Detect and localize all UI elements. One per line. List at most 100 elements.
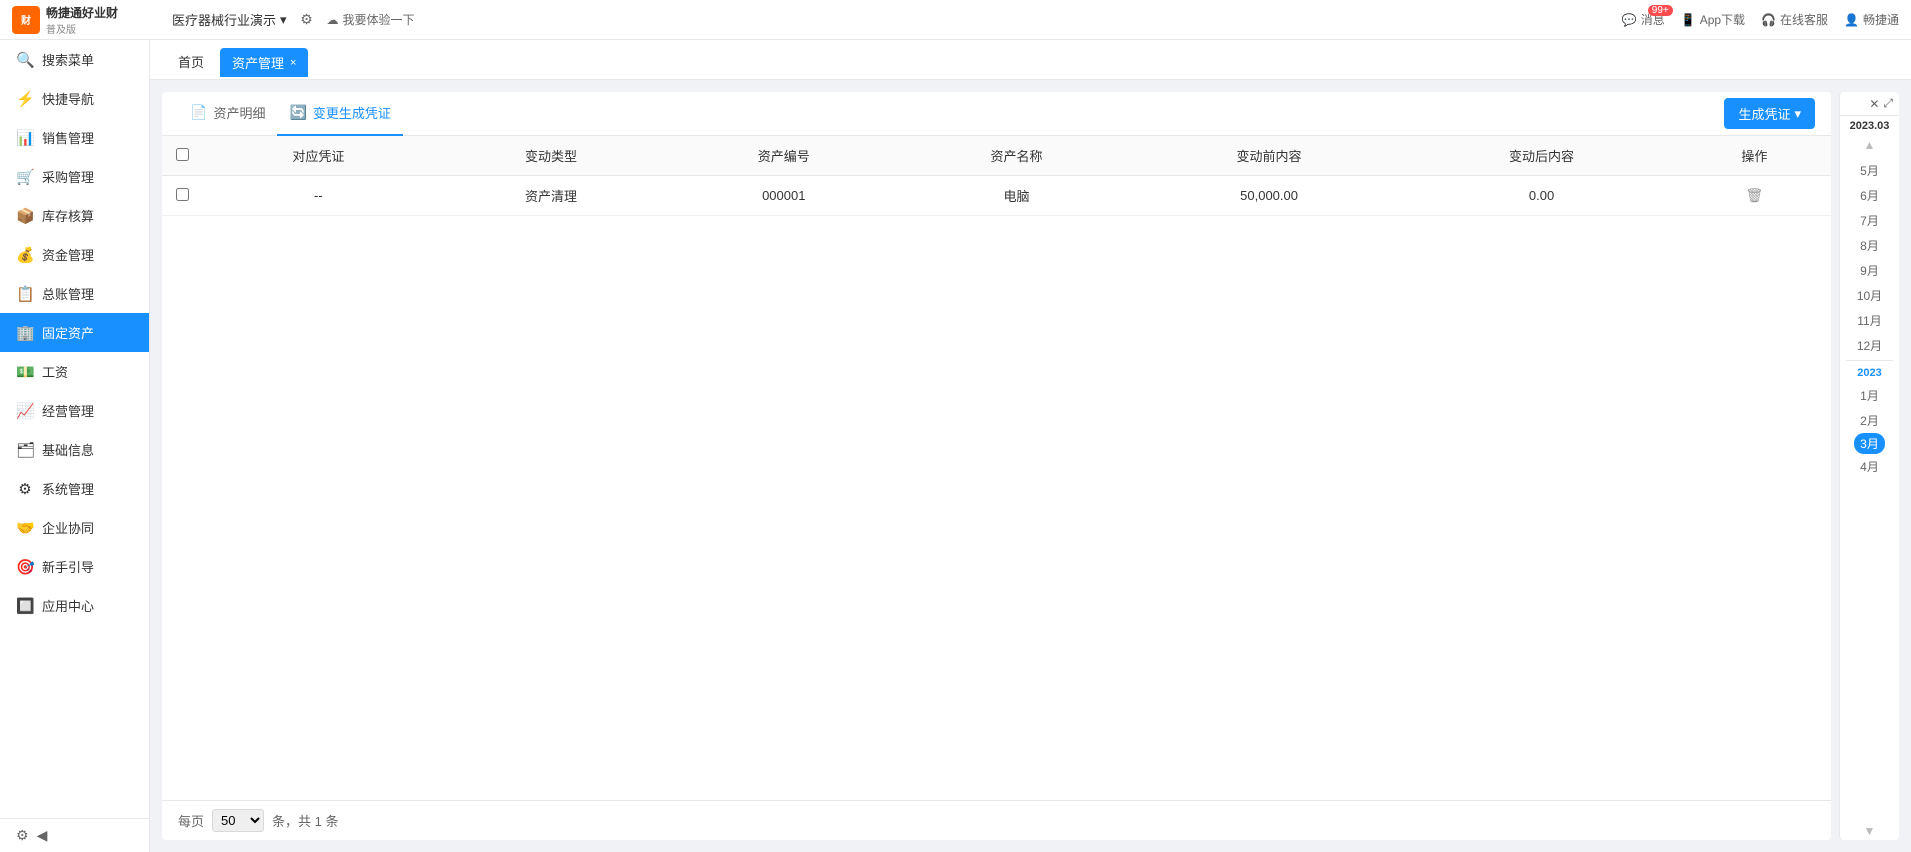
gear-button[interactable]: ⚙ <box>295 8 319 32</box>
change-voucher-table: 对应凭证 变动类型 资产编号 资产名称 变动前内容 变动后内容 操作 <box>162 136 1831 216</box>
sidebar-item-guide[interactable]: 🎯 新手引导 <box>0 547 149 586</box>
th-change-type: 变动类型 <box>435 136 668 176</box>
logo-text: 畅捷通好业财 普及版 <box>46 4 118 36</box>
sub-tab-asset-detail[interactable]: 📄 资产明细 <box>178 92 277 136</box>
timeline-month-3-current[interactable]: 3月 <box>1854 433 1885 454</box>
timeline-month-11[interactable]: 11月 <box>1840 308 1899 333</box>
tabs-bar: 首页 资产管理 × <box>150 40 1911 80</box>
cart-icon: 🛒 <box>16 168 34 186</box>
page-content: 📄 资产明细 🔄 变更生成凭证 生成凭证 ▾ <box>150 80 1911 852</box>
row-checkbox-cell <box>162 176 202 216</box>
sidebar-item-finance[interactable]: 💰 资金管理 <box>0 235 149 274</box>
table-row: -- 资产清理 000001 电脑 50,000.00 0.00 🗑 <box>162 176 1831 216</box>
company-selector[interactable]: 医疗器械行业演示 ▾ <box>172 10 287 29</box>
sub-tab-change-voucher[interactable]: 🔄 变更生成凭证 <box>277 92 402 136</box>
sidebar-item-quicknav[interactable]: ⚡ 快捷导航 <box>0 79 149 118</box>
sidebar-item-system[interactable]: ⚙ 系统管理 <box>0 469 149 508</box>
timeline-close-button[interactable]: ✕ <box>1869 97 1879 111</box>
timeline-expand-button[interactable]: ⤢ <box>1883 96 1893 111</box>
table-wrap: 对应凭证 变动类型 资产编号 资产名称 变动前内容 变动后内容 操作 <box>162 136 1831 800</box>
document-icon: 📄 <box>190 104 207 121</box>
sidebar: 🔍 搜索菜单 ⚡ 快捷导航 📊 销售管理 🛒 采购管理 📦 库存核算 💰 <box>0 40 150 852</box>
th-action: 操作 <box>1678 136 1831 176</box>
top-header: 财 畅捷通好业财 普及版 医疗器械行业演示 ▾ ⚙ ☁ 我要体验一下 💬 消息 … <box>0 0 1911 40</box>
customer-service-item[interactable]: 🎧 在线客服 <box>1761 11 1828 28</box>
cloud-icon: ☁ <box>327 13 339 27</box>
timeline-down-button[interactable]: ▼ <box>1840 822 1899 840</box>
row-asset-name: 电脑 <box>900 176 1133 216</box>
page-size-select[interactable]: 10 20 50 100 <box>212 809 264 832</box>
trending-icon: 📈 <box>16 402 34 420</box>
main-panel: 📄 资产明细 🔄 变更生成凭证 生成凭证 ▾ <box>162 92 1831 840</box>
chevron-down-icon: ▾ <box>280 12 287 28</box>
message-icon: 💬 <box>1622 13 1637 27</box>
timeline-year-2023[interactable]: 2023 <box>1840 363 1899 383</box>
sub-tabs: 📄 资产明细 🔄 变更生成凭证 生成凭证 ▾ <box>162 92 1831 136</box>
th-before-content: 变动前内容 <box>1133 136 1406 176</box>
timeline-month-12[interactable]: 12月 <box>1840 333 1899 358</box>
tab-close-icon[interactable]: × <box>290 57 296 69</box>
row-action-cell: 🗑 <box>1678 176 1831 216</box>
timeline-month-7[interactable]: 7月 <box>1840 208 1899 233</box>
sidebar-item-app-center[interactable]: 🔲 应用中心 <box>0 586 149 625</box>
timeline-panel: ✕ ⤢ 2023.03 ▲ 5月 6月 7月 8月 9月 10月 11月 12月… <box>1839 92 1899 840</box>
timeline-month-2[interactable]: 2月 <box>1840 408 1899 433</box>
timeline-month-6[interactable]: 6月 <box>1840 183 1899 208</box>
settings-button[interactable]: ⚙ <box>16 827 29 844</box>
header-center: 医疗器械行业演示 ▾ ⚙ ☁ 我要体验一下 <box>162 8 1622 32</box>
guide-icon: 🎯 <box>16 558 34 576</box>
timeline-month-8[interactable]: 8月 <box>1840 233 1899 258</box>
handshake-icon: 🤝 <box>16 519 34 537</box>
collapse-button[interactable]: ◀ <box>37 827 48 844</box>
folder-icon: 🗂 <box>16 441 34 459</box>
generate-voucher-button[interactable]: 生成凭证 ▾ <box>1724 98 1815 129</box>
timeline-header: ✕ ⤢ <box>1840 92 1899 116</box>
sidebar-item-basic-info[interactable]: 🗂 基础信息 <box>0 430 149 469</box>
grid-icon: 🔲 <box>16 597 34 615</box>
th-asset-name: 资产名称 <box>900 136 1133 176</box>
content-area: 首页 资产管理 × 📄 资产明细 🔄 变更生成凭证 <box>150 40 1911 852</box>
select-all-checkbox[interactable] <box>176 148 189 161</box>
refresh-icon: 🔄 <box>289 104 306 121</box>
sidebar-item-purchase[interactable]: 🛒 采购管理 <box>0 157 149 196</box>
sidebar-item-management[interactable]: 📈 经营管理 <box>0 391 149 430</box>
th-checkbox <box>162 136 202 176</box>
timeline-month-1[interactable]: 1月 <box>1840 383 1899 408</box>
timeline-month-10[interactable]: 10月 <box>1840 283 1899 308</box>
timeline-up-button[interactable]: ▲ <box>1840 136 1899 154</box>
box-icon: 📦 <box>16 207 34 225</box>
ledger-icon: 📋 <box>16 285 34 303</box>
sidebar-item-collaboration[interactable]: 🤝 企业协同 <box>0 508 149 547</box>
row-checkbox[interactable] <box>176 188 189 201</box>
table-header-row: 对应凭证 变动类型 资产编号 资产名称 变动前内容 变动后内容 操作 <box>162 136 1831 176</box>
logo-icon: 财 <box>12 6 40 34</box>
gear-icon: ⚙ <box>16 480 34 498</box>
sidebar-item-sales[interactable]: 📊 销售管理 <box>0 118 149 157</box>
sidebar-item-ledger[interactable]: 📋 总账管理 <box>0 274 149 313</box>
tab-asset-management[interactable]: 资产管理 × <box>220 48 308 77</box>
main-layout: 🔍 搜索菜单 ⚡ 快捷导航 📊 销售管理 🛒 采购管理 📦 库存核算 💰 <box>0 40 1911 852</box>
sidebar-item-payroll[interactable]: 💵 工资 <box>0 352 149 391</box>
lightning-icon: ⚡ <box>16 90 34 108</box>
sidebar-item-inventory[interactable]: 📦 库存核算 <box>0 196 149 235</box>
th-asset-no: 资产编号 <box>667 136 900 176</box>
per-page-label: 每页 <box>178 811 204 830</box>
sidebar-item-fixed-assets[interactable]: 🏢 固定资产 <box>0 313 149 352</box>
sidebar-bottom: ⚙ ◀ <box>0 818 149 852</box>
messages-item[interactable]: 💬 消息 99+ <box>1622 11 1665 28</box>
dropdown-arrow-icon: ▾ <box>1794 106 1801 122</box>
tab-home[interactable]: 首页 <box>166 46 216 79</box>
row-change-type: 资产清理 <box>435 176 668 216</box>
app-download-item[interactable]: 📱 App下载 <box>1681 11 1745 28</box>
timeline-separator <box>1846 360 1893 361</box>
timeline-month-9[interactable]: 9月 <box>1840 258 1899 283</box>
building-icon: 🏢 <box>16 324 34 342</box>
headphone-icon: 🎧 <box>1761 13 1776 27</box>
delete-row-button[interactable]: 🗑 <box>1746 187 1764 204</box>
timeline-month-4[interactable]: 4月 <box>1840 454 1899 479</box>
experience-button[interactable]: ☁ 我要体验一下 <box>327 11 415 28</box>
timeline-month-5[interactable]: 5月 <box>1840 158 1899 183</box>
th-after-content: 变动后内容 <box>1405 136 1678 176</box>
user-item[interactable]: 👤 畅捷通 <box>1844 11 1899 28</box>
sidebar-item-search[interactable]: 🔍 搜索菜单 <box>0 40 149 79</box>
